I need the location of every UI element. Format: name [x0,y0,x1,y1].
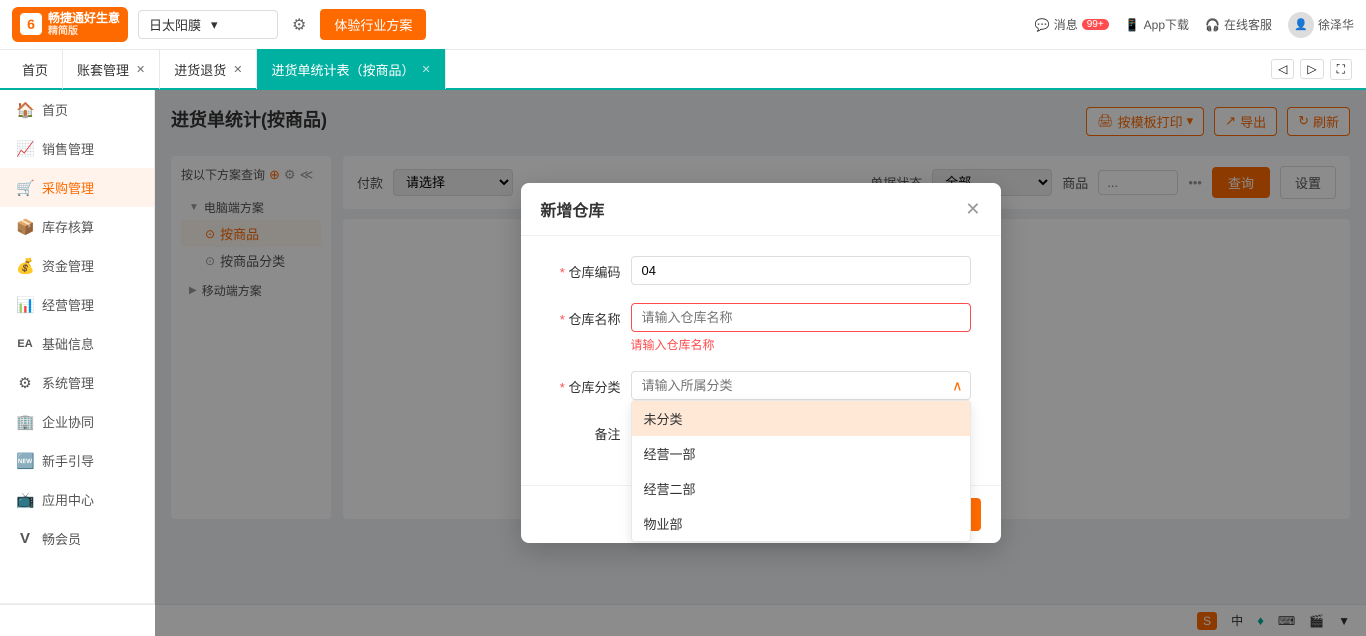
name-field-row: * 仓库名称 请输入仓库名称 [551,303,971,353]
code-label: * 仓库编码 [551,256,621,281]
category-input[interactable] [631,371,971,400]
close-returns-tab[interactable]: ✕ [233,63,242,76]
apps-icon: 📺 [16,491,34,509]
category-dropdown-arrow: ∧ [952,377,962,394]
phone-icon: 📱 [1125,18,1140,32]
top-nav: 6 畅捷通好生意 精简版 日太阳膜 ▾ ⚙ 体验行业方案 💬 消息 99+ 📱 … [0,0,1366,50]
home-icon: 🏠 [16,101,34,119]
sidebar-item-member[interactable]: V 畅会员 [0,519,154,558]
sidebar-item-home[interactable]: 🏠 首页 [0,90,154,129]
name-label: * 仓库名称 [551,303,621,328]
modal-header: 新增仓库 ✕ [521,183,1001,236]
code-input-wrap [631,256,971,285]
tab-purchase-stats[interactable]: 进货单统计表（按商品） ✕ [257,49,445,89]
category-label: * 仓库分类 [551,371,621,396]
dropdown-item-0[interactable]: 未分类 [632,401,970,436]
name-error-msg: 请输入仓库名称 [631,336,971,353]
tab-accounts[interactable]: 账套管理 ✕ [63,49,160,89]
basics-icon: EA [16,338,34,350]
avatar: 👤 [1288,12,1314,38]
dropdown-item-3[interactable]: 物业部 [632,506,970,541]
prev-tab-btn[interactable]: ◁ [1271,59,1294,79]
message-icon: 💬 [1035,18,1050,32]
tab-returns[interactable]: 进货退货 ✕ [160,49,257,89]
message-badge: 99+ [1082,19,1109,30]
enterprise-icon: 🏢 [16,413,34,431]
accounts-tab-label: 账套管理 [77,60,129,79]
home-tab-label: 首页 [22,60,48,79]
settings-icon[interactable]: ⚙ [288,11,310,39]
member-icon: V [16,530,34,547]
expand-tab-btn[interactable]: ⛶ [1330,59,1352,80]
close-purchase-stats-tab[interactable]: ✕ [422,63,431,76]
user-area[interactable]: 👤 徐泽华 [1288,12,1354,38]
chevron-down-icon: ▾ [211,17,267,33]
modal-overlay: 新增仓库 ✕ * 仓库编码 [155,90,1366,636]
sidebar-item-system[interactable]: ⚙ 系统管理 [0,363,154,402]
message-item[interactable]: 💬 消息 99+ [1035,16,1109,33]
finance-icon: 💰 [16,257,34,275]
purchase-icon: 🛒 [16,179,34,197]
category-dropdown: 未分类 经营一部 经营二部 物业部 [631,400,971,542]
operations-icon: 📊 [16,296,34,314]
sidebar-item-enterprise[interactable]: 🏢 企业协同 [0,402,154,441]
tab-home[interactable]: 首页 [8,49,63,89]
tab-controls: ◁ ▷ ⛶ [1271,59,1358,80]
close-accounts-tab[interactable]: ✕ [136,63,145,76]
dropdown-item-2[interactable]: 经营二部 [632,471,970,506]
sidebar-item-basics[interactable]: EA 基础信息 [0,324,154,363]
trial-button[interactable]: 体验行业方案 [320,9,426,40]
main-layout: 🏠 首页 📈 销售管理 🛒 采购管理 📦 库存核算 💰 资金管理 📊 经营管理 … [0,90,1366,636]
system-icon: ⚙ [16,374,34,392]
sidebar-item-apps[interactable]: 📺 应用中心 [0,480,154,519]
app-download-item[interactable]: 📱 App下载 [1125,16,1189,33]
sidebar-item-operations[interactable]: 📊 经营管理 [0,285,154,324]
modal-close-button[interactable]: ✕ [965,200,980,218]
sales-icon: 📈 [16,140,34,158]
guide-icon: 🆕 [16,452,34,470]
returns-tab-label: 进货退货 [174,60,226,79]
logo-icon: 6 [20,13,42,35]
modal-body: * 仓库编码 * 仓库名称 [521,236,1001,485]
purchase-stats-tab-label: 进货单统计表（按商品） [271,60,414,79]
headset-icon: 🎧 [1205,18,1220,32]
note-label: 备注 [551,418,621,443]
logo: 6 畅捷通好生意 精简版 [12,7,128,41]
category-input-wrap: ∧ 未分类 经营一部 经营二部 物业部 [631,371,971,400]
tab-bar: 首页 账套管理 ✕ 进货退货 ✕ 进货单统计表（按商品） ✕ ◁ ▷ ⛶ [0,50,1366,90]
online-service-item[interactable]: 🎧 在线客服 [1205,16,1272,33]
dropdown-item-1[interactable]: 经营一部 [632,436,970,471]
category-field-row: * 仓库分类 ∧ 未分类 经营一部 经营二部 物业部 [551,371,971,400]
brand-text: 畅捷通好生意 精简版 [48,11,120,37]
sidebar-item-inventory[interactable]: 📦 库存核算 [0,207,154,246]
store-selector[interactable]: 日太阳膜 ▾ [138,10,278,39]
sidebar-item-guide[interactable]: 🆕 新手引导 [0,441,154,480]
new-warehouse-modal: 新增仓库 ✕ * 仓库编码 [521,183,1001,543]
code-field-row: * 仓库编码 [551,256,971,285]
code-input[interactable] [631,256,971,285]
sidebar-item-sales[interactable]: 📈 销售管理 [0,129,154,168]
name-input-wrap: 请输入仓库名称 [631,303,971,353]
content-wrapper: 进货单统计(按商品) 🖨 按模板打印 ▾ ↗ 导出 ↻ 刷新 [155,90,1366,636]
inventory-icon: 📦 [16,218,34,236]
modal-title: 新增仓库 [541,197,605,221]
next-tab-btn[interactable]: ▷ [1300,59,1323,79]
sidebar-item-finance[interactable]: 💰 资金管理 [0,246,154,285]
sidebar-item-purchase[interactable]: 🛒 采购管理 [0,168,154,207]
nav-right: 💬 消息 99+ 📱 App下载 🎧 在线客服 👤 徐泽华 [1035,12,1354,38]
name-input[interactable] [631,303,971,332]
sidebar: 🏠 首页 📈 销售管理 🛒 采购管理 📦 库存核算 💰 资金管理 📊 经营管理 … [0,90,155,636]
